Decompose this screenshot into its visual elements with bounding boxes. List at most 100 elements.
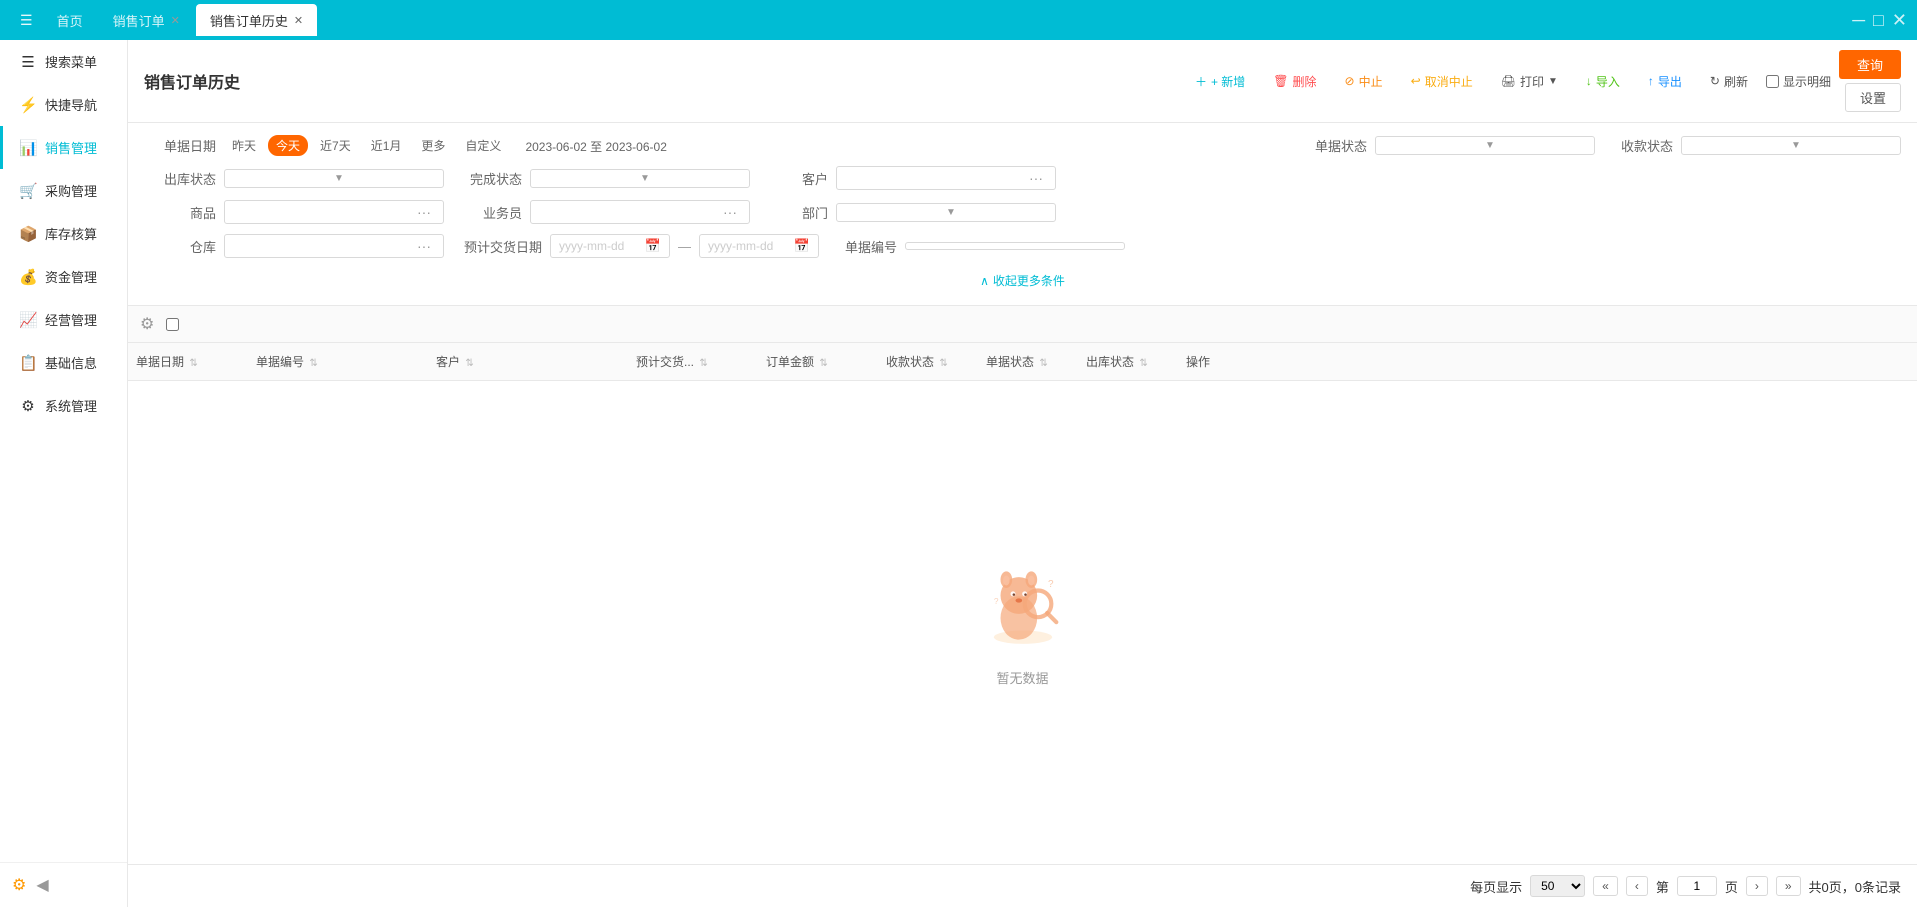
tab-sales-order[interactable]: 销售订单 ✕ [99, 4, 194, 36]
delivery-date-start[interactable]: yyyy-mm-dd 📅 [550, 234, 670, 258]
col-amount[interactable]: 订单金额 ⇅ [758, 343, 878, 381]
maximize-icon[interactable]: □ [1873, 10, 1884, 31]
sidebar-item-inventory[interactable]: 📦 库存核算 [0, 212, 127, 255]
col-date[interactable]: 单据日期 ⇅ [128, 343, 248, 381]
col-actions-label: 操作 [1186, 355, 1210, 369]
page-label: 第 [1656, 877, 1669, 896]
order-no-input[interactable] [905, 242, 1125, 250]
delivery-end-calendar-icon: 📅 [794, 238, 810, 254]
salesman-input[interactable]: ··· [530, 200, 750, 224]
date-today[interactable]: 今天 [268, 135, 308, 156]
status-label: 单据状态 [1305, 136, 1375, 155]
warehouse-dots[interactable]: ··· [413, 238, 435, 254]
export-button[interactable]: ↑ 导出 [1638, 69, 1692, 94]
sidebar-item-sys-mgmt[interactable]: ⚙ 系统管理 [0, 384, 127, 427]
minimize-icon[interactable]: ─ [1852, 10, 1865, 31]
salesman-dots[interactable]: ··· [719, 204, 741, 220]
refresh-button[interactable]: ↻ 刷新 [1700, 69, 1758, 94]
per-page-select[interactable]: 50 10 20 100 [1530, 875, 1585, 897]
settings-button[interactable]: 设置 [1845, 83, 1901, 112]
date-1month[interactable]: 近1月 [363, 135, 410, 156]
tab-sales-order-close[interactable]: ✕ [171, 14, 180, 27]
complete-select[interactable]: ▼ [530, 169, 750, 188]
page-header: 销售订单历史 ＋ + 新增 🗑 删除 ⊘ 中止 ↩ 取消中止 [128, 40, 1917, 123]
select-all-checkbox[interactable] [166, 318, 179, 331]
date-yesterday[interactable]: 昨天 [224, 135, 264, 156]
first-page-button[interactable]: « [1593, 876, 1618, 896]
print-icon: 🖨 [1501, 74, 1516, 88]
sidebar-item-search-menu[interactable]: ☰ 搜索菜单 [0, 40, 127, 83]
per-page-label: 每页显示 [1470, 877, 1522, 896]
collapse-up-icon: ∧ [980, 274, 989, 288]
svg-text:?: ? [1048, 579, 1054, 590]
col-customer[interactable]: 客户 ⇅ [428, 343, 628, 381]
sidebar-item-quick-nav[interactable]: ⚡ 快捷导航 [0, 83, 127, 126]
window-close-icon[interactable]: ✕ [1892, 10, 1907, 31]
tab-home[interactable]: 首页 [43, 4, 97, 36]
customer-input[interactable]: ··· [836, 166, 1056, 190]
cancel-stop-button[interactable]: ↩ 取消中止 [1401, 69, 1483, 94]
current-page-input[interactable] [1677, 876, 1717, 896]
out-stock-label: 出库状态 [144, 169, 224, 188]
sidebar-settings-icon[interactable]: ⚙ [12, 875, 26, 895]
dept-caret: ▼ [946, 207, 1047, 218]
col-delivery-sort: ⇅ [699, 358, 707, 369]
col-doc-status-label: 单据状态 [986, 355, 1034, 369]
last-page-button[interactable]: » [1776, 876, 1801, 896]
sidebar-item-basic-info-label: 基础信息 [45, 353, 97, 372]
col-actions: 操作 [1178, 343, 1917, 381]
next-page-button[interactable]: › [1746, 876, 1768, 896]
prev-page-button[interactable]: ‹ [1626, 876, 1648, 896]
display-detail-checkbox[interactable]: 显示明细 [1766, 73, 1831, 90]
product-dots[interactable]: ··· [413, 204, 435, 220]
col-no[interactable]: 单据编号 ⇅ [248, 343, 428, 381]
sidebar-item-sales-mgmt[interactable]: 📊 销售管理 [0, 126, 127, 169]
search-menu-icon[interactable]: ☰ [20, 12, 33, 29]
import-button[interactable]: ↓ 导入 [1576, 69, 1630, 94]
table-settings-icon[interactable]: ⚙ [140, 314, 154, 334]
sidebar-collapse-icon[interactable]: ◀ [36, 875, 48, 895]
date-more[interactable]: 更多 [413, 135, 453, 156]
col-out-status[interactable]: 出库状态 ⇅ [1078, 343, 1178, 381]
tab-sales-order-history[interactable]: 销售订单历史 ✕ [196, 4, 317, 36]
sidebar-item-basic-info[interactable]: 📋 基础信息 [0, 341, 127, 384]
stop-button[interactable]: ⊘ 中止 [1335, 69, 1393, 94]
filter-row-4: 仓库 ··· 预计交货日期 yyyy-mm-dd 📅 — yyyy-mm-dd … [144, 234, 1901, 258]
print-button[interactable]: 🖨 打印 ▼ [1491, 69, 1568, 94]
dept-select[interactable]: ▼ [836, 203, 1056, 222]
date-7days[interactable]: 近7天 [312, 135, 359, 156]
col-doc-status[interactable]: 单据状态 ⇅ [978, 343, 1078, 381]
warehouse-input[interactable]: ··· [224, 234, 444, 258]
date-custom[interactable]: 自定义 [457, 135, 509, 156]
sales-mgmt-icon: 📊 [19, 139, 37, 157]
new-button[interactable]: ＋ + 新增 [1185, 69, 1255, 94]
receipt-status-select[interactable]: ▼ [1681, 136, 1901, 155]
col-no-label: 单据编号 [256, 355, 304, 369]
cancel-stop-icon: ↩ [1411, 74, 1421, 88]
sidebar-item-inventory-label: 库存核算 [45, 224, 97, 243]
query-button[interactable]: 查询 [1839, 50, 1901, 79]
sidebar-item-operations[interactable]: 📈 经营管理 [0, 298, 127, 341]
dept-label: 部门 [766, 203, 836, 222]
sidebar-item-operations-label: 经营管理 [45, 310, 97, 329]
out-stock-select[interactable]: ▼ [224, 169, 444, 188]
delivery-end-text: yyyy-mm-dd [708, 239, 790, 253]
delivery-date-end[interactable]: yyyy-mm-dd 📅 [699, 234, 819, 258]
sidebar: ☰ 搜索菜单 ⚡ 快捷导航 📊 销售管理 🛒 采购管理 📦 库存核算 💰 资金管… [0, 40, 128, 907]
sidebar-item-purchase-mgmt[interactable]: 🛒 采购管理 [0, 169, 127, 212]
delivery-label: 预计交货日期 [460, 237, 550, 256]
tab-sales-order-label: 销售订单 [113, 11, 165, 30]
status-select[interactable]: ▼ [1375, 136, 1595, 155]
col-receipt-status[interactable]: 收款状态 ⇅ [878, 343, 978, 381]
refresh-icon: ↻ [1710, 74, 1720, 88]
delivery-start-calendar-icon: 📅 [645, 238, 661, 254]
sidebar-item-capital-mgmt[interactable]: 💰 资金管理 [0, 255, 127, 298]
col-delivery[interactable]: 预计交货... ⇅ [628, 343, 758, 381]
tab-sales-order-history-close[interactable]: ✕ [294, 14, 303, 27]
customer-dots[interactable]: ··· [1025, 170, 1047, 186]
collapse-more-btn[interactable]: ∧ 收起更多条件 [144, 268, 1901, 293]
display-detail-input[interactable] [1766, 75, 1779, 88]
delete-button[interactable]: 🗑 删除 [1263, 69, 1326, 94]
product-input[interactable]: ··· [224, 200, 444, 224]
delete-icon: 🗑 [1273, 74, 1288, 88]
